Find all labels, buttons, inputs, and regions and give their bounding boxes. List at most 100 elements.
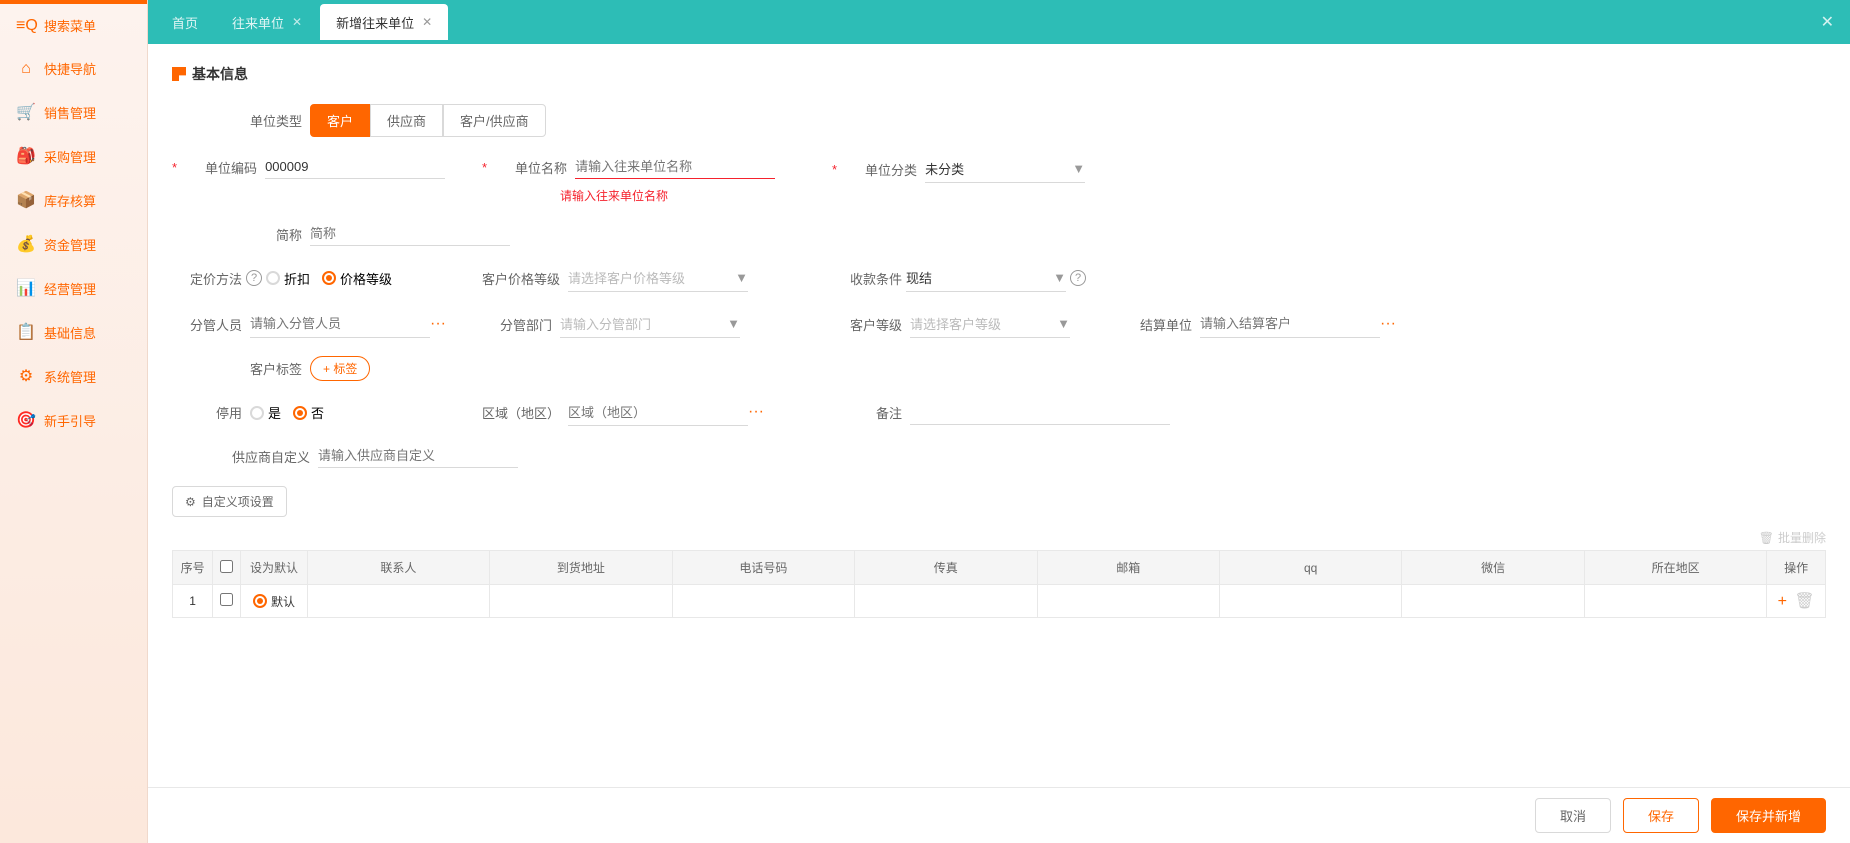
- region-more-btn[interactable]: ···: [744, 403, 768, 421]
- settlement-more-btn[interactable]: ···: [1376, 315, 1400, 333]
- sidebar-item-inventory[interactable]: 📦 库存核算: [0, 178, 147, 222]
- delete-row-btn[interactable]: 🗑: [1792, 593, 1816, 610]
- dept-dropdown-icon: ▼: [727, 316, 740, 331]
- sidebar-item-operation[interactable]: 📊 经营管理: [0, 266, 147, 310]
- close-new-partner-tab[interactable]: ✕: [422, 15, 432, 29]
- shortname-group: 简称: [232, 222, 1826, 246]
- customer-price-level-select[interactable]: 请选择客户价格等级 ▼: [568, 264, 748, 292]
- cell-region: [1584, 585, 1766, 618]
- add-tag-button[interactable]: + 标签: [310, 356, 370, 381]
- pricing-row: 定价方法 ? 折扣 价格等级 客户价格等级: [172, 264, 1826, 292]
- shortname-input[interactable]: [310, 222, 510, 246]
- add-row-btn[interactable]: +: [1776, 593, 1789, 610]
- phone-input[interactable]: [679, 594, 848, 608]
- radio-yes[interactable]: 是: [250, 403, 281, 422]
- unit-btn-customer[interactable]: 客户: [310, 104, 370, 137]
- col-contact: 联系人: [307, 551, 489, 585]
- search-icon: ≡Q: [16, 17, 36, 35]
- manager-more-btn[interactable]: ···: [426, 315, 450, 333]
- remark-input[interactable]: [910, 401, 1170, 425]
- sidebar-item-finance[interactable]: 💰 资金管理: [0, 222, 147, 266]
- basic-icon: 📋: [16, 322, 36, 342]
- disabled-group: 停用 是 否: [172, 403, 452, 422]
- address-input[interactable]: [496, 594, 665, 608]
- shortname-row: 简称: [232, 222, 1826, 246]
- batch-delete-label[interactable]: 批量删除: [1778, 529, 1826, 546]
- wechat-input[interactable]: [1408, 594, 1577, 608]
- sidebar-item-guide[interactable]: 🎯 新手引导: [0, 398, 147, 442]
- customer-price-level-label: 客户价格等级: [482, 269, 560, 288]
- tabs-bar: 首页 往来单位 ✕ 新增往来单位 ✕ ✕: [148, 0, 1850, 44]
- sidebar-item-basic[interactable]: 📋 基础信息: [0, 310, 147, 354]
- unit-type-row: 单位类型 客户 供应商 客户/供应商: [172, 104, 1826, 137]
- row-checkbox[interactable]: [220, 593, 233, 606]
- unit-btn-both[interactable]: 客户/供应商: [443, 104, 546, 137]
- payment-help-icon[interactable]: ?: [1070, 270, 1086, 286]
- pricing-help-icon[interactable]: ?: [246, 270, 262, 286]
- supplier-custom-input[interactable]: [318, 444, 518, 468]
- fax-input[interactable]: [861, 594, 1030, 608]
- radio-discount[interactable]: 折扣: [266, 269, 310, 288]
- batch-delete-area: 🗑 批量删除: [172, 529, 1826, 546]
- cancel-button[interactable]: 取消: [1535, 798, 1611, 833]
- radio-price-level[interactable]: 价格等级: [322, 269, 392, 288]
- dept-select[interactable]: 请输入分管部门 ▼: [560, 310, 740, 338]
- sidebar-item-quicknav[interactable]: ⌂ 快捷导航: [0, 47, 147, 90]
- supplier-custom-group: 供应商自定义: [232, 444, 1826, 468]
- save-and-new-button[interactable]: 保存并新增: [1711, 798, 1826, 833]
- tab-partner[interactable]: 往来单位 ✕: [216, 4, 318, 40]
- custom-settings-button[interactable]: ⚙ 自定义项设置: [172, 486, 287, 517]
- batch-delete-icon: 🗑: [1759, 531, 1774, 545]
- tab-new-partner[interactable]: 新增往来单位 ✕: [320, 4, 448, 40]
- payment-terms-select[interactable]: 现结 ▼: [906, 264, 1066, 292]
- customer-level-label: 客户等级: [832, 315, 902, 334]
- customer-level-select[interactable]: 请选择客户等级 ▼: [910, 310, 1070, 338]
- radio-discount-circle: [266, 271, 280, 285]
- table-row: 1 默认: [173, 585, 1826, 618]
- unit-btn-supplier[interactable]: 供应商: [370, 104, 443, 137]
- system-icon: ⚙: [16, 366, 36, 386]
- col-action: 操作: [1767, 551, 1826, 585]
- unit-type-label: 单位类型: [232, 111, 302, 130]
- sidebar: ≡Q 搜索菜单 ⌂ 快捷导航 🛒 销售管理 🎒 采购管理 📦 库存核算 💰 资金…: [0, 0, 148, 843]
- region-cell-input[interactable]: [1591, 594, 1760, 608]
- unit-name-group: * 单位名称 请输入往来单位名称: [482, 155, 802, 204]
- region-input[interactable]: [568, 405, 744, 420]
- save-button[interactable]: 保存: [1623, 798, 1699, 833]
- manager-label: 分管人员: [172, 315, 242, 334]
- sidebar-item-sales[interactable]: 🛒 销售管理: [0, 90, 147, 134]
- unit-code-input[interactable]: [265, 155, 445, 179]
- cell-address: [490, 585, 672, 618]
- manager-input[interactable]: [250, 316, 426, 331]
- default-radio[interactable]: 默认: [247, 593, 300, 610]
- unit-category-group: * 单位分类 未分类 ▼: [832, 155, 1112, 183]
- sidebar-item-purchase[interactable]: 🎒 采购管理: [0, 134, 147, 178]
- settlement-input[interactable]: [1200, 316, 1376, 331]
- unit-category-select[interactable]: 未分类 ▼: [925, 155, 1085, 183]
- cell-phone: [672, 585, 854, 618]
- unit-name-input[interactable]: [575, 155, 775, 179]
- unit-info-row: * 单位编码 * 单位名称 请输入往来单位名称 * 单位分类 未分类: [172, 155, 1826, 204]
- col-default: 设为默认: [241, 551, 307, 585]
- close-partner-tab[interactable]: ✕: [292, 15, 302, 29]
- col-seq: 序号: [173, 551, 213, 585]
- select-all-checkbox[interactable]: [220, 560, 233, 573]
- tab-home[interactable]: 首页: [156, 4, 214, 40]
- qq-input[interactable]: [1226, 594, 1395, 608]
- email-input[interactable]: [1044, 594, 1213, 608]
- remark-group: 备注: [832, 401, 1170, 425]
- manager-row: 分管人员 ··· 分管部门 请输入分管部门 ▼ 客户等级 请选择客户等级 ▼: [172, 310, 1826, 338]
- contact-input[interactable]: [314, 594, 483, 608]
- close-all-tabs[interactable]: ✕: [1813, 8, 1842, 36]
- cell-email: [1037, 585, 1219, 618]
- tags-label: 客户标签: [232, 359, 302, 378]
- flag-icon: [172, 67, 186, 81]
- sidebar-item-search[interactable]: ≡Q 搜索菜单: [0, 4, 147, 47]
- disabled-label: 停用: [172, 403, 242, 422]
- disabled-radio-group: 是 否: [250, 403, 324, 422]
- radio-no[interactable]: 否: [293, 403, 324, 422]
- payment-terms-label: 收款条件: [832, 269, 902, 288]
- unit-name-error: 请输入往来单位名称: [560, 189, 668, 203]
- sidebar-item-system[interactable]: ⚙ 系统管理: [0, 354, 147, 398]
- cell-contact: [307, 585, 489, 618]
